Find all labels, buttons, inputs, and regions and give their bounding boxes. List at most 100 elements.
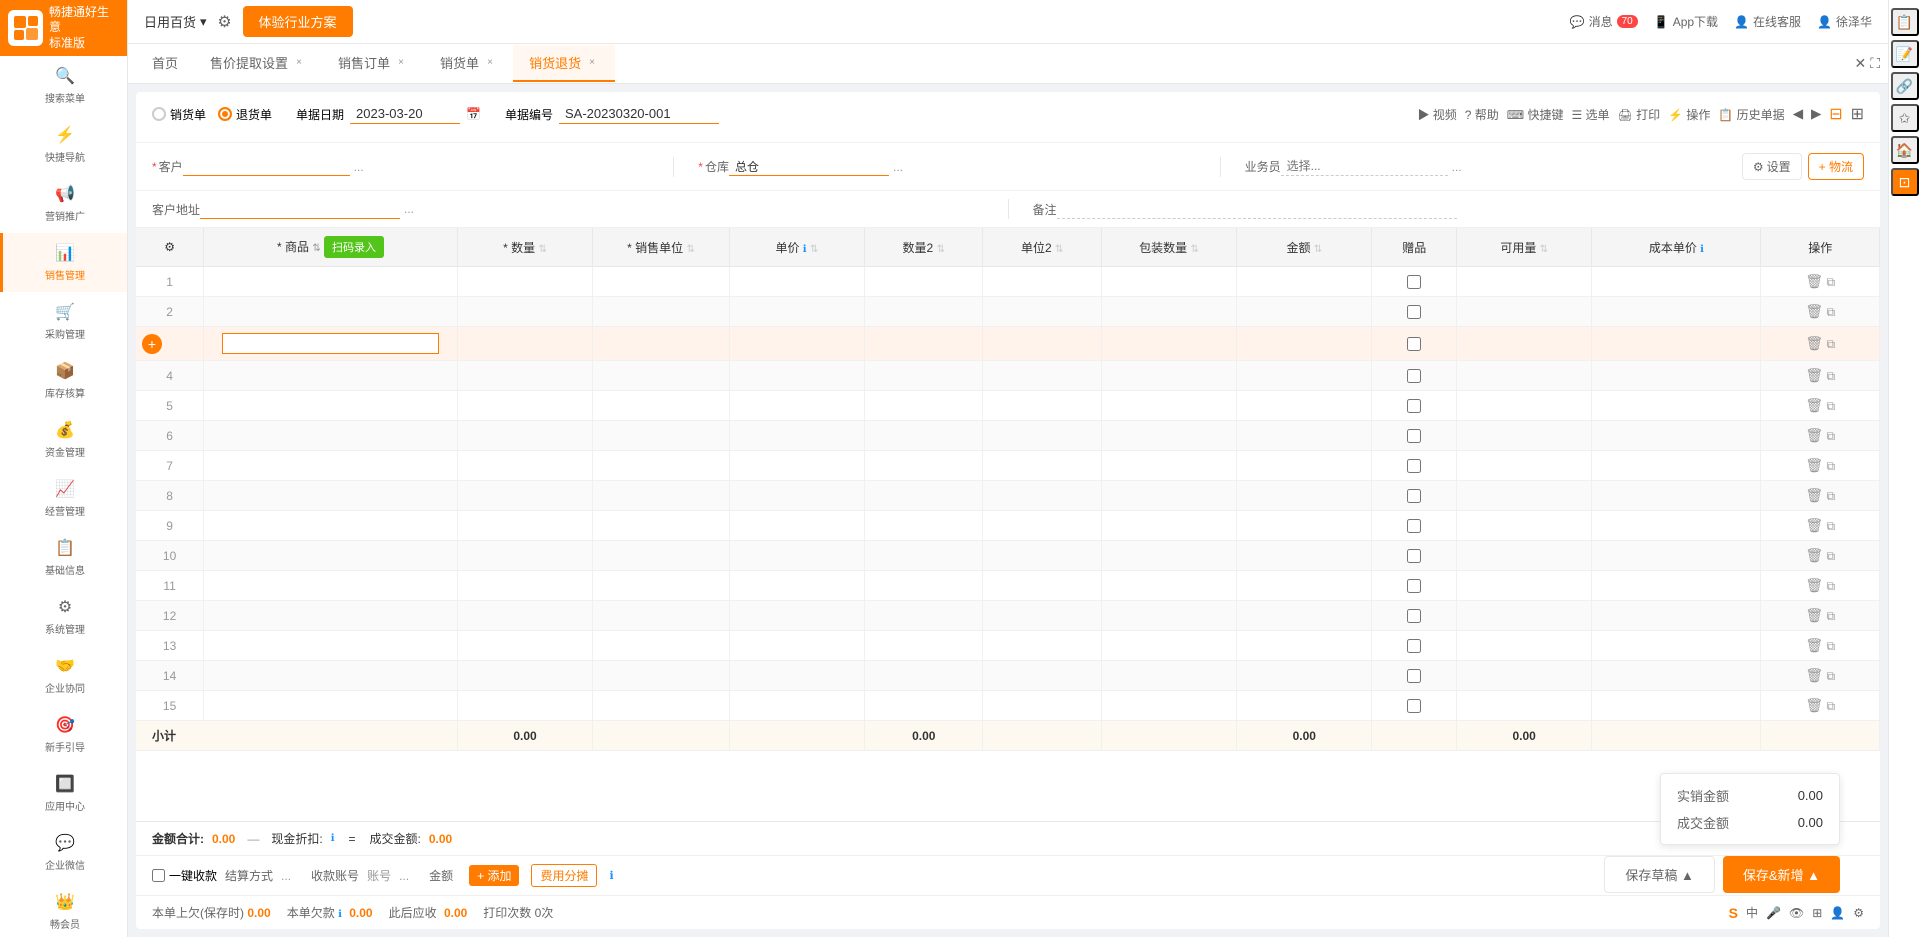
app-download-btn[interactable]: 📱 App下载 xyxy=(1654,13,1718,30)
gift-check-1[interactable] xyxy=(1407,275,1421,289)
copy-btn-13[interactable]: ⧉ xyxy=(1827,639,1836,654)
message-btn[interactable]: 💬 消息 70 xyxy=(1570,13,1638,30)
next-doc-btn[interactable]: ▶ xyxy=(1811,106,1821,122)
sidebar-item-5[interactable]: 📦库存核算 xyxy=(0,351,127,410)
copy-btn-12[interactable]: ⧉ xyxy=(1827,609,1836,624)
tab-4[interactable]: 销货退货× xyxy=(513,45,615,82)
gift-check-3[interactable] xyxy=(1407,337,1421,351)
shortcut-link[interactable]: ⌨ 快捷键 xyxy=(1507,106,1564,123)
delete-btn-7[interactable]: 🗑 xyxy=(1805,457,1823,474)
add-btn[interactable]: + 添加 xyxy=(469,865,519,886)
gift-check-2[interactable] xyxy=(1407,305,1421,319)
gift-check-13[interactable] xyxy=(1407,639,1421,653)
delete-btn-14[interactable]: 🗑 xyxy=(1805,667,1823,684)
date-input[interactable] xyxy=(350,104,460,124)
delete-btn-12[interactable]: 🗑 xyxy=(1805,607,1823,624)
sidebar-item-10[interactable]: 🤝企业协同 xyxy=(0,646,127,705)
sort-qty2[interactable]: ⇅ xyxy=(937,244,945,255)
rp-btn2[interactable]: 📝 xyxy=(1891,40,1919,68)
copy-btn-10[interactable]: ⧉ xyxy=(1827,549,1836,564)
copy-btn-1[interactable]: ⧉ xyxy=(1827,275,1836,290)
add-row-btn-3[interactable]: + xyxy=(142,334,162,354)
rp-btn1[interactable]: 📋 xyxy=(1891,8,1919,36)
sidebar-item-2[interactable]: 📢营销推广 xyxy=(0,174,127,233)
customer-dots[interactable]: ... xyxy=(354,160,364,174)
sidebar-item-4[interactable]: 🛒采购管理 xyxy=(0,292,127,351)
rp-btn4[interactable]: ✩ xyxy=(1891,104,1919,132)
sale-radio[interactable]: 销货单 xyxy=(152,106,206,123)
warehouse-input[interactable] xyxy=(729,157,889,176)
delete-btn-11[interactable]: 🗑 xyxy=(1805,577,1823,594)
sort-amount[interactable]: ⇅ xyxy=(1314,244,1322,255)
settings-btn[interactable]: ⚙ 设置 xyxy=(1742,153,1802,180)
sidebar-item-7[interactable]: 📈经营管理 xyxy=(0,469,127,528)
tab-0[interactable]: 首页 xyxy=(136,45,194,82)
copy-btn-7[interactable]: ⧉ xyxy=(1827,459,1836,474)
user-menu[interactable]: 👤 徐泽华 xyxy=(1817,13,1872,30)
gift-check-14[interactable] xyxy=(1407,669,1421,683)
tab-close-1[interactable]: × xyxy=(292,56,306,70)
copy-btn-4[interactable]: ⧉ xyxy=(1827,369,1836,384)
print-link[interactable]: 🖨 打印 xyxy=(1618,106,1661,123)
sidebar-item-9[interactable]: ⚙系统管理 xyxy=(0,587,127,646)
sort-unit[interactable]: ⇅ xyxy=(686,244,694,255)
rp-btn5[interactable]: 🏠 xyxy=(1891,136,1919,164)
delete-btn-4[interactable]: 🗑 xyxy=(1805,367,1823,384)
delete-btn-8[interactable]: 🗑 xyxy=(1805,487,1823,504)
sort-pkg[interactable]: ⇅ xyxy=(1190,244,1198,255)
sidebar-item-12[interactable]: 🔲应用中心 xyxy=(0,764,127,823)
gift-check-12[interactable] xyxy=(1407,609,1421,623)
row-product-3[interactable] xyxy=(204,327,458,361)
prev-doc-btn[interactable]: ◀ xyxy=(1793,106,1803,122)
copy-btn-8[interactable]: ⧉ xyxy=(1827,489,1836,504)
sidebar-item-8[interactable]: 📋基础信息 xyxy=(0,528,127,587)
fullscreen-btn[interactable]: ⛶ xyxy=(1870,55,1880,72)
gift-check-6[interactable] xyxy=(1407,429,1421,443)
delete-btn-10[interactable]: 🗑 xyxy=(1805,547,1823,564)
th-settings[interactable]: ⚙ xyxy=(136,228,204,267)
doc-no-input[interactable] xyxy=(559,104,719,124)
tab-3[interactable]: 销货单× xyxy=(424,45,513,82)
delete-btn-5[interactable]: 🗑 xyxy=(1805,397,1823,414)
copy-btn-5[interactable]: ⧉ xyxy=(1827,399,1836,414)
customer-input[interactable] xyxy=(183,157,350,176)
delete-btn-9[interactable]: 🗑 xyxy=(1805,517,1823,534)
address-dots[interactable]: ... xyxy=(404,202,414,216)
address-input[interactable] xyxy=(200,200,400,219)
close-tab-btn[interactable]: ✕ xyxy=(1854,55,1866,72)
sort-price[interactable]: ⇅ xyxy=(810,244,818,255)
tab-close-2[interactable]: × xyxy=(394,56,408,70)
payment-checkbox[interactable]: 一键收款 xyxy=(152,867,217,884)
tab-close-4[interactable]: × xyxy=(585,56,599,70)
view-list-btn[interactable]: ⊟ xyxy=(1829,104,1842,124)
staff-dots[interactable]: ... xyxy=(1452,160,1462,174)
sort-product[interactable]: ⇅ xyxy=(312,243,320,254)
gift-check-7[interactable] xyxy=(1407,459,1421,473)
gift-check-8[interactable] xyxy=(1407,489,1421,503)
gift-check-11[interactable] xyxy=(1407,579,1421,593)
sidebar-item-1[interactable]: ⚡快捷导航 xyxy=(0,115,127,174)
save-new-btn[interactable]: 保存&新增 ▲ xyxy=(1723,856,1840,893)
delete-btn-6[interactable]: 🗑 xyxy=(1805,427,1823,444)
payment-check[interactable] xyxy=(152,869,165,882)
save-draft-btn[interactable]: 保存草稿 ▲ xyxy=(1604,856,1715,893)
copy-btn-11[interactable]: ⧉ xyxy=(1827,579,1836,594)
copy-btn-3[interactable]: ⧉ xyxy=(1827,337,1836,352)
tab-close-3[interactable]: × xyxy=(483,56,497,70)
view-grid-btn[interactable]: ⊞ xyxy=(1851,104,1864,124)
sidebar-item-13[interactable]: 💬企业微信 xyxy=(0,823,127,882)
select-link[interactable]: ☰ 选单 xyxy=(1571,106,1609,123)
delete-btn-3[interactable]: 🗑 xyxy=(1805,335,1823,352)
gift-check-5[interactable] xyxy=(1407,399,1421,413)
logistics-btn[interactable]: + 物流 xyxy=(1808,153,1864,180)
sort-qty[interactable]: ⇅ xyxy=(539,244,547,255)
scan-btn[interactable]: 扫码录入 xyxy=(324,236,384,258)
category-selector[interactable]: 日用百货 ▾ xyxy=(144,12,207,31)
calendar-icon[interactable]: 📅 xyxy=(466,107,481,121)
delete-btn-15[interactable]: 🗑 xyxy=(1805,697,1823,714)
sidebar-item-11[interactable]: 🎯新手引导 xyxy=(0,705,127,764)
help-link[interactable]: ? 帮助 xyxy=(1465,106,1499,123)
online-service-btn[interactable]: 👤 在线客服 xyxy=(1734,13,1801,30)
operation-link[interactable]: ⚡ 操作 xyxy=(1668,106,1710,123)
sort-unit2[interactable]: ⇅ xyxy=(1055,244,1063,255)
